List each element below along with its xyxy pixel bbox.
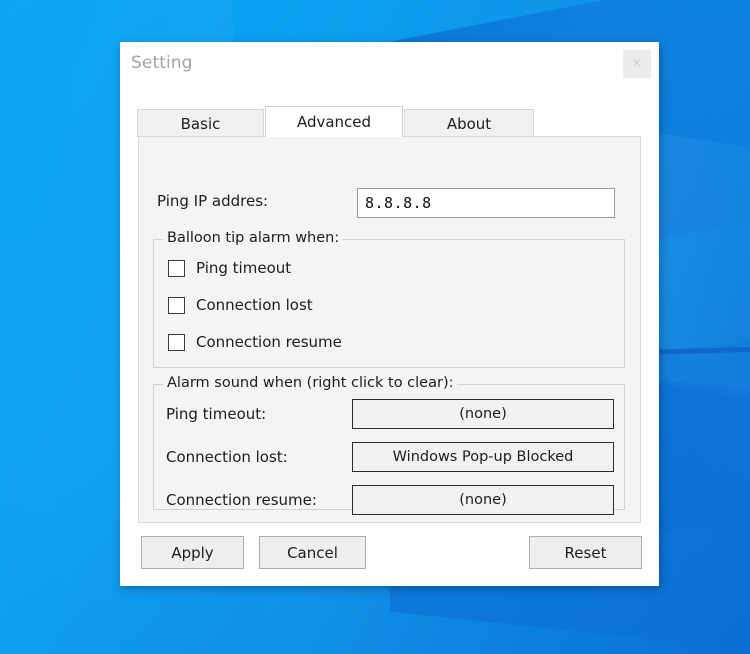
checkbox-label-ping-timeout: Ping timeout	[196, 259, 292, 277]
checkbox-row-connection-lost[interactable]: Connection lost	[168, 296, 313, 314]
sound-label-connection-lost: Connection lost:	[166, 448, 288, 466]
sound-label-ping-timeout: Ping timeout:	[166, 405, 267, 423]
checkbox-connection-lost[interactable]	[168, 296, 185, 314]
sound-button-connection-resume[interactable]: (none)	[352, 485, 614, 515]
window-title: Setting	[131, 53, 193, 73]
close-icon[interactable]: ×	[623, 50, 651, 78]
checkbox-row-ping-timeout[interactable]: Ping timeout	[168, 259, 291, 277]
apply-button[interactable]: Apply	[141, 536, 244, 569]
cancel-button[interactable]: Cancel	[259, 536, 366, 569]
desktop-background: Setting × Basic Advanced About Ping IP a…	[0, 0, 750, 654]
sound-button-ping-timeout[interactable]: (none)	[352, 399, 614, 429]
sound-row-ping-timeout: Ping timeout: (none)	[166, 399, 614, 429]
tab-basic[interactable]: Basic	[137, 109, 264, 137]
reset-button[interactable]: Reset	[529, 536, 642, 569]
setting-window: Setting × Basic Advanced About Ping IP a…	[120, 42, 659, 586]
ping-ip-label: Ping IP addres:	[157, 192, 269, 210]
sound-label-connection-resume: Connection resume:	[166, 491, 317, 509]
ping-ip-row: Ping IP addres:	[157, 188, 622, 218]
alarm-sound-group-title: Alarm sound when (right click to clear):	[163, 375, 458, 391]
checkbox-ping-timeout[interactable]	[168, 259, 185, 277]
checkbox-row-connection-resume[interactable]: Connection resume	[168, 333, 342, 351]
ping-ip-input[interactable]	[357, 188, 615, 218]
sound-button-connection-lost[interactable]: Windows Pop-up Blocked	[352, 442, 614, 472]
tab-bar: Basic Advanced About	[137, 106, 643, 137]
alarm-sound-groupbox: Alarm sound when (right click to clear):…	[153, 375, 625, 515]
tab-advanced[interactable]: Advanced	[265, 106, 403, 137]
checkbox-label-connection-lost: Connection lost	[196, 296, 313, 314]
sound-row-connection-resume: Connection resume: (none)	[166, 485, 614, 515]
sound-row-connection-lost: Connection lost: Windows Pop-up Blocked	[166, 442, 614, 472]
checkbox-label-connection-resume: Connection resume	[196, 333, 342, 351]
balloon-tip-groupbox: Balloon tip alarm when: Ping timeout Con…	[153, 230, 625, 368]
advanced-tab-panel: Ping IP addres: Balloon tip alarm when: …	[138, 136, 641, 523]
checkbox-connection-resume[interactable]	[168, 333, 185, 351]
balloon-tip-group-title: Balloon tip alarm when:	[163, 230, 344, 246]
window-titlebar: Setting ×	[120, 42, 659, 92]
tab-about[interactable]: About	[404, 109, 534, 137]
